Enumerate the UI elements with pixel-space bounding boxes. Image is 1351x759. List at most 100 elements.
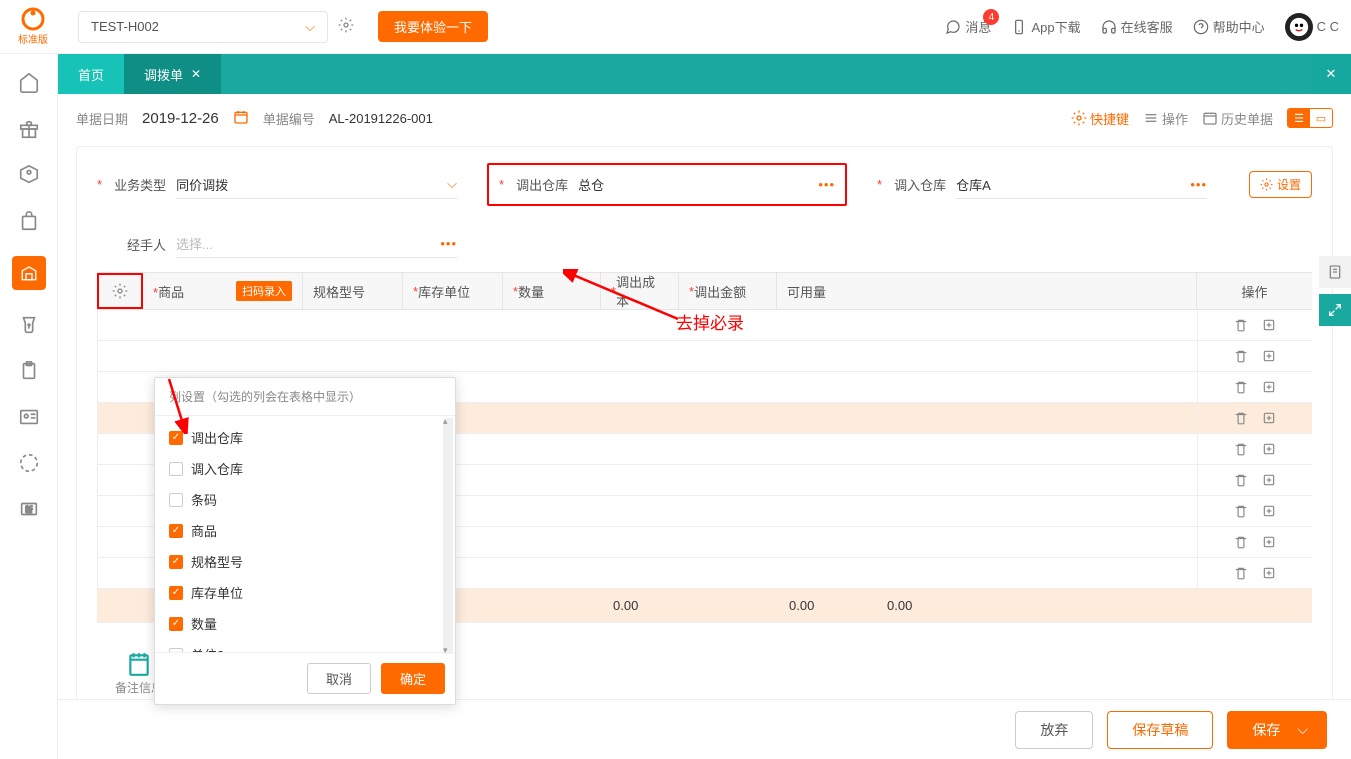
popup-option[interactable]: 调入仓库: [155, 453, 455, 484]
gear-icon: [1071, 110, 1087, 126]
calendar-icon: [1202, 110, 1218, 126]
popup-option[interactable]: 条码: [155, 484, 455, 515]
expand-icon: [1327, 302, 1343, 318]
delete-icon[interactable]: [1234, 411, 1248, 425]
checkbox[interactable]: [169, 555, 183, 569]
column-settings-button[interactable]: [97, 273, 143, 309]
headset-icon: [1101, 19, 1117, 35]
view-list-icon[interactable]: ☰: [1288, 109, 1310, 127]
option-label: 条码: [191, 490, 217, 509]
in-warehouse-field[interactable]: * 调入仓库 仓库A •••: [877, 171, 1207, 199]
checkbox[interactable]: [169, 586, 183, 600]
checkbox[interactable]: [169, 524, 183, 538]
col-qty: *数量: [503, 273, 601, 309]
add-icon[interactable]: [1262, 380, 1276, 394]
add-icon[interactable]: [1262, 473, 1276, 487]
number-value: AL-20191226-001: [329, 111, 433, 126]
delete-icon[interactable]: [1234, 473, 1248, 487]
delete-icon[interactable]: [1234, 442, 1248, 456]
tab-transfer[interactable]: 调拨单 ✕: [124, 54, 221, 94]
form-row-2: 经手人 选择... •••: [97, 230, 1312, 258]
sidebar-new-icon[interactable]: 新: [18, 498, 40, 520]
add-icon[interactable]: [1262, 535, 1276, 549]
popup-option[interactable]: 调出仓库: [155, 422, 455, 453]
trial-button[interactable]: 我要体验一下: [378, 11, 488, 42]
date-value[interactable]: 2019-12-26: [142, 110, 219, 127]
tab-close-icon[interactable]: ✕: [191, 67, 201, 81]
user-menu[interactable]: C C: [1285, 13, 1339, 41]
delete-icon[interactable]: [1234, 380, 1248, 394]
sidebar-warehouse-icon[interactable]: [12, 256, 46, 290]
delete-icon[interactable]: [1234, 504, 1248, 518]
handler-field[interactable]: 经手人 选择... •••: [97, 230, 457, 258]
checkbox[interactable]: [169, 462, 183, 476]
sidebar-tag-icon[interactable]: [18, 164, 40, 186]
view-grid-icon[interactable]: ▭: [1310, 109, 1332, 127]
delete-icon[interactable]: [1234, 566, 1248, 580]
checkbox[interactable]: [169, 648, 183, 653]
gear-icon[interactable]: [338, 17, 354, 36]
table-row[interactable]: [98, 341, 1312, 372]
checkbox[interactable]: [169, 431, 183, 445]
sidebar-bag-icon[interactable]: [18, 210, 40, 232]
shortcuts-link[interactable]: 快捷键: [1071, 109, 1129, 128]
sidebar-circle-icon[interactable]: [18, 452, 40, 474]
org-name: TEST-H002: [91, 19, 159, 34]
popup-ok-button[interactable]: 确定: [381, 663, 445, 694]
table-row[interactable]: [98, 310, 1312, 341]
checkbox[interactable]: [169, 617, 183, 631]
sidebar-money-icon[interactable]: [18, 314, 40, 336]
sidebar-id-icon[interactable]: [18, 406, 40, 428]
operations-link[interactable]: 操作: [1143, 109, 1188, 128]
org-selector[interactable]: TEST-H002 ⌵: [78, 11, 328, 43]
popup-option[interactable]: 单位2: [155, 639, 455, 652]
float-expand-button[interactable]: [1319, 294, 1351, 326]
more-icon[interactable]: •••: [818, 177, 835, 192]
more-icon[interactable]: •••: [440, 236, 457, 251]
popup-cancel-button[interactable]: 取消: [307, 663, 371, 694]
discard-button[interactable]: 放弃: [1015, 711, 1093, 749]
tab-home[interactable]: 首页: [58, 54, 124, 94]
save-button[interactable]: 保存 ⌵: [1227, 711, 1327, 749]
save-draft-button[interactable]: 保存草稿: [1107, 711, 1213, 749]
view-toggle[interactable]: ☰ ▭: [1287, 108, 1333, 128]
delete-icon[interactable]: [1234, 349, 1248, 363]
sidebar-home-icon[interactable]: [18, 72, 40, 94]
calendar-icon[interactable]: [233, 109, 249, 128]
add-icon[interactable]: [1262, 504, 1276, 518]
help-center-link[interactable]: 帮助中心: [1193, 17, 1265, 36]
col-cost: *调出成本: [601, 273, 679, 309]
col-spec: 规格型号: [303, 273, 403, 309]
popup-option[interactable]: 规格型号: [155, 546, 455, 577]
column-settings-popup: 列设置（勾选的列会在表格中显示） 调出仓库调入仓库条码商品规格型号库存单位数量单…: [154, 377, 456, 705]
add-icon[interactable]: [1262, 411, 1276, 425]
logo[interactable]: 标准版: [12, 7, 54, 46]
online-service-link[interactable]: 在线客服: [1101, 17, 1173, 36]
add-icon[interactable]: [1262, 442, 1276, 456]
settings-button[interactable]: 设置: [1249, 171, 1312, 198]
chevron-down-icon: ⌵: [305, 19, 315, 35]
sidebar-clipboard-icon[interactable]: [18, 360, 40, 382]
delete-icon[interactable]: [1234, 535, 1248, 549]
biz-type-field[interactable]: * 业务类型 同价调拨 ⌵: [97, 171, 457, 199]
history-link[interactable]: 历史单据: [1202, 109, 1273, 128]
scan-badge[interactable]: 扫码录入: [236, 281, 292, 301]
messages-link[interactable]: 消息 4: [945, 17, 991, 36]
popup-scrollbar[interactable]: [443, 418, 453, 654]
checkbox[interactable]: [169, 493, 183, 507]
add-icon[interactable]: [1262, 318, 1276, 332]
delete-icon[interactable]: [1234, 318, 1248, 332]
add-icon[interactable]: [1262, 566, 1276, 580]
add-icon[interactable]: [1262, 349, 1276, 363]
popup-option[interactable]: 库存单位: [155, 577, 455, 608]
popup-option[interactable]: 数量: [155, 608, 455, 639]
more-icon[interactable]: •••: [1190, 177, 1207, 192]
popup-title: 列设置（勾选的列会在表格中显示）: [155, 378, 455, 416]
doc-header: 单据日期 2019-12-26 单据编号 AL-20191226-001 快捷键…: [76, 108, 1333, 128]
float-note-button[interactable]: [1319, 256, 1351, 288]
tabs-close-all[interactable]: ✕: [1311, 54, 1351, 94]
app-download-link[interactable]: App下载: [1011, 17, 1080, 36]
out-warehouse-field[interactable]: * 调出仓库 总仓 •••: [487, 163, 847, 206]
sidebar-gift-icon[interactable]: [18, 118, 40, 140]
popup-option[interactable]: 商品: [155, 515, 455, 546]
